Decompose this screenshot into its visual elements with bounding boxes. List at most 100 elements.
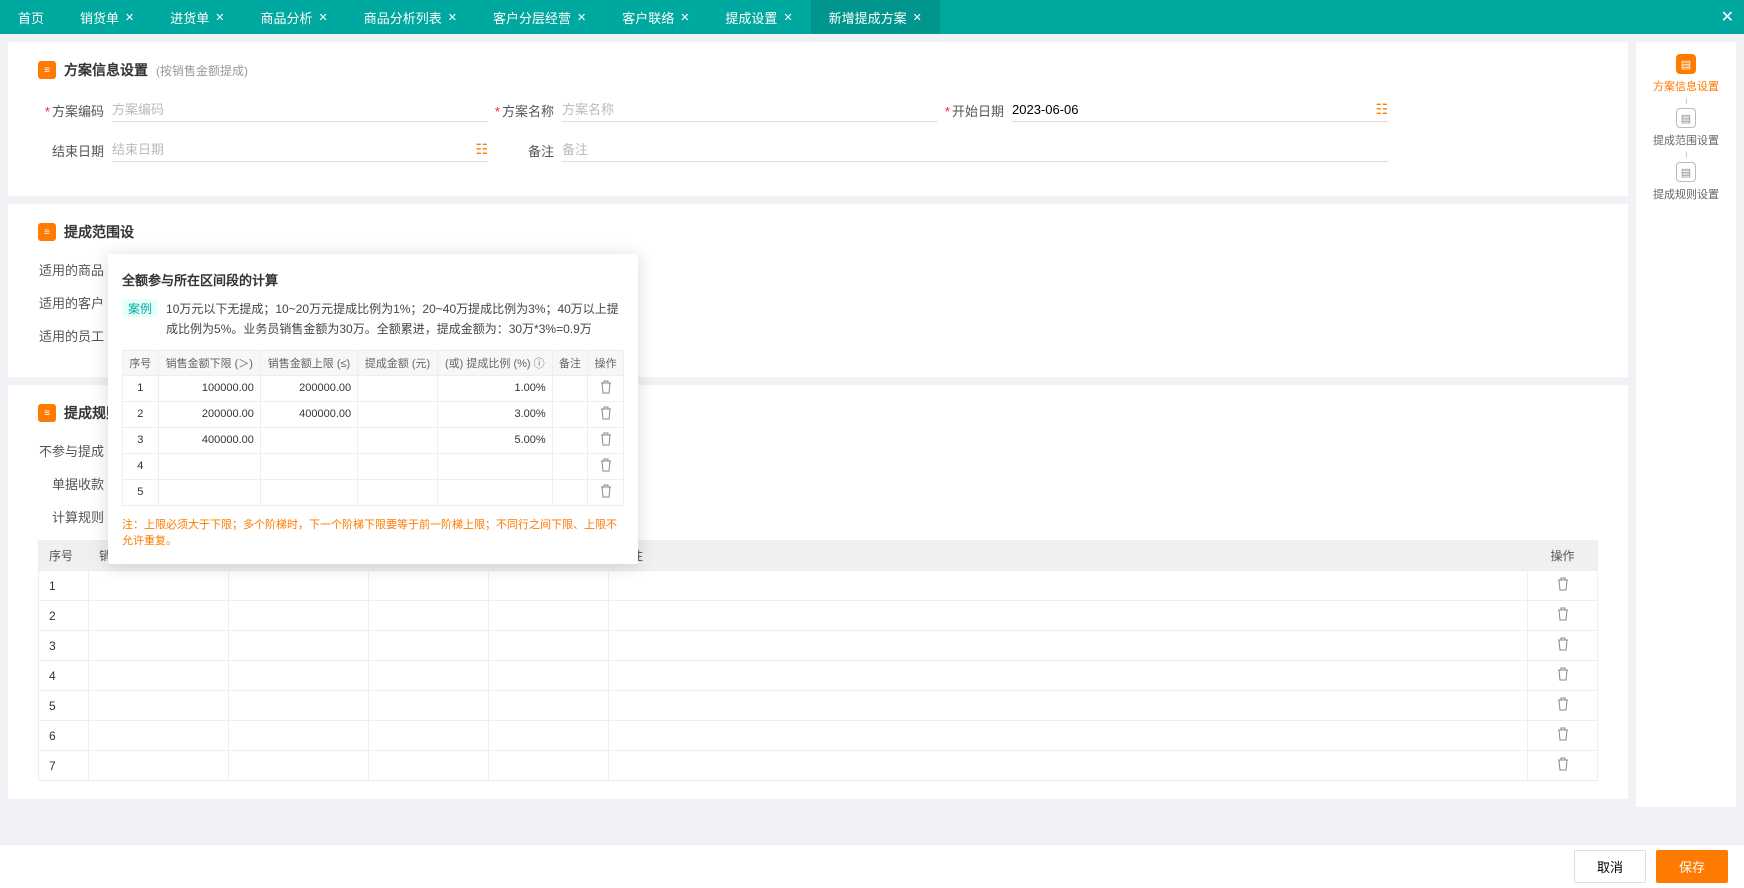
rule-th-idx: 序号 — [39, 541, 89, 571]
pop-th-op: 操作 — [588, 350, 624, 375]
popover-note: 注：上限必须大于下限；多个阶梯时，下一个阶梯下限要等于前一阶梯上限；不同行之间下… — [122, 516, 624, 548]
panel-icon: ≡ — [38, 404, 56, 422]
plan-name-label: 方案名称 — [502, 104, 554, 119]
popover-row: 5 — [123, 479, 624, 505]
calc-label: 计算规则 — [38, 507, 112, 526]
rule-row[interactable]: 6 — [39, 721, 1598, 751]
delete-icon[interactable] — [1556, 607, 1570, 621]
tab-商品分析[interactable]: 商品分析✕ — [242, 0, 345, 34]
end-date-label: 结束日期 — [52, 144, 104, 159]
popover-row: 2200000.00400000.003.00% — [123, 401, 624, 427]
start-date-label: 开始日期 — [952, 104, 1004, 119]
popover-row: 3400000.005.00% — [123, 427, 624, 453]
tab-进货单[interactable]: 进货单✕ — [152, 0, 242, 34]
delete-icon[interactable] — [1556, 757, 1570, 771]
scope-employee-label: 适用的员工 — [38, 326, 112, 345]
remark-label: 备注 — [528, 144, 554, 159]
calc-rule-popover: 全额参与所在区间段的计算 案例 10万元以下无提成；10~20万元提成比例为1%… — [108, 254, 638, 564]
close-all-tabs-button[interactable]: ✕ — [1721, 0, 1734, 34]
rule-row[interactable]: 7 — [39, 751, 1598, 781]
rule-row[interactable]: 1 — [39, 571, 1598, 601]
tab-新增提成方案[interactable]: 新增提成方案✕ — [811, 0, 940, 34]
tab-销货单[interactable]: 销货单✕ — [62, 0, 152, 34]
delete-icon[interactable] — [1556, 667, 1570, 681]
delete-icon[interactable] — [599, 484, 613, 498]
plan-code-input[interactable] — [112, 98, 488, 121]
tab-close-icon[interactable]: ✕ — [680, 11, 689, 24]
tab-bar: 首页销货单✕进货单✕商品分析✕商品分析列表✕客户分层经营✕客户联络✕提成设置✕新… — [0, 0, 1744, 34]
tab-close-icon[interactable]: ✕ — [319, 11, 328, 24]
tab-提成设置[interactable]: 提成设置✕ — [707, 0, 810, 34]
exclude-label: 不参与提成 — [38, 441, 112, 460]
rule-row[interactable]: 4 — [39, 661, 1598, 691]
cancel-button[interactable]: 取消 — [1574, 850, 1646, 883]
receive-label: 单据收款 — [38, 474, 112, 493]
pop-th-idx: 序号 — [123, 350, 159, 375]
step-nav-item[interactable]: ▤ 提成范围设置 — [1653, 108, 1719, 148]
remark-input[interactable] — [562, 138, 1388, 161]
step-icon: ▤ — [1676, 108, 1696, 128]
panel-plan-info: ≡ 方案信息设置 (按销售金额提成) *方案编码 *方案名称 *开始日期 — [8, 42, 1628, 196]
rule-row[interactable]: 3 — [39, 631, 1598, 661]
tab-客户分层经营[interactable]: 客户分层经营✕ — [475, 0, 604, 34]
step-label: 提成规则设置 — [1653, 186, 1719, 202]
popover-row: 1100000.00200000.001.00% — [123, 375, 624, 401]
case-text: 10万元以下无提成；10~20万元提成比例为1%；20~40万提成比例为3%；4… — [166, 299, 624, 340]
delete-icon[interactable] — [1556, 637, 1570, 651]
end-date-input[interactable] — [112, 138, 471, 161]
plan-code-label: 方案编码 — [52, 104, 104, 119]
tab-close-icon[interactable]: ✕ — [448, 11, 457, 24]
scope-customer-label: 适用的客户 — [38, 293, 112, 312]
tab-close-icon[interactable]: ✕ — [215, 11, 224, 24]
popover-table: 序号 销售金额下限 (＞) 销售金额上限 (≤) 提成金额 (元) (或) 提成… — [122, 350, 624, 506]
start-date-input[interactable] — [1012, 98, 1371, 121]
plan-code-field: *方案编码 — [38, 98, 488, 122]
case-badge: 案例 — [122, 299, 158, 317]
delete-icon[interactable] — [599, 458, 613, 472]
scope-goods-label: 适用的商品 — [38, 260, 112, 279]
tab-close-icon[interactable]: ✕ — [125, 11, 134, 24]
tab-close-icon[interactable]: ✕ — [783, 11, 792, 24]
delete-icon[interactable] — [1556, 577, 1570, 591]
delete-icon[interactable] — [1556, 727, 1570, 741]
footer-bar: 取消 保存 — [0, 844, 1744, 888]
start-date-field: *开始日期 ☷ — [938, 98, 1388, 122]
save-button[interactable]: 保存 — [1656, 850, 1728, 883]
plan-name-field: *方案名称 — [488, 98, 938, 122]
rule-table: 序号 销售金额下限(＞) 销售金额上限(≤) 提成金额(元) (或)提成比例(%… — [38, 540, 1598, 781]
remark-field: 备注 — [488, 138, 1388, 162]
rule-th-op: 操作 — [1528, 541, 1598, 571]
pop-th-ratio: (或) 提成比例 (%) ⓘ — [437, 350, 552, 375]
end-date-field: 结束日期 ☷ — [38, 138, 488, 162]
panel1-title: 方案信息设置 — [64, 60, 148, 80]
step-nav-item[interactable]: ▤ 方案信息设置 — [1653, 54, 1719, 94]
step-nav-item[interactable]: ▤ 提成规则设置 — [1653, 162, 1719, 202]
delete-icon[interactable] — [1556, 697, 1570, 711]
step-icon: ▤ — [1676, 54, 1696, 74]
tab-商品分析列表[interactable]: 商品分析列表✕ — [346, 0, 475, 34]
delete-icon[interactable] — [599, 432, 613, 446]
tab-首页[interactable]: 首页 — [0, 0, 62, 34]
panel-icon: ≡ — [38, 223, 56, 241]
delete-icon[interactable] — [599, 406, 613, 420]
tab-close-icon[interactable]: ✕ — [913, 11, 922, 24]
panel2-title: 提成范围设 — [64, 222, 134, 242]
pop-th-amount: 提成金额 (元) — [358, 350, 438, 375]
calendar-icon[interactable]: ☷ — [1375, 101, 1388, 118]
plan-name-input[interactable] — [562, 98, 938, 121]
panel1-subtitle: (按销售金额提成) — [156, 62, 248, 79]
step-connector — [1686, 152, 1687, 158]
step-label: 方案信息设置 — [1653, 78, 1719, 94]
step-label: 提成范围设置 — [1653, 132, 1719, 148]
calendar-icon[interactable]: ☷ — [475, 141, 488, 158]
rule-th-remark: 备注 — [609, 541, 1528, 571]
pop-th-remark: 备注 — [552, 350, 588, 375]
tab-close-icon[interactable]: ✕ — [577, 11, 586, 24]
delete-icon[interactable] — [599, 380, 613, 394]
rule-row[interactable]: 2 — [39, 601, 1598, 631]
pop-th-upper: 销售金额上限 (≤) — [260, 350, 357, 375]
tab-客户联络[interactable]: 客户联络✕ — [604, 0, 707, 34]
step-nav: ▤ 方案信息设置 ▤ 提成范围设置 ▤ 提成规则设置 — [1636, 42, 1736, 807]
rule-row[interactable]: 5 — [39, 691, 1598, 721]
step-icon: ▤ — [1676, 162, 1696, 182]
